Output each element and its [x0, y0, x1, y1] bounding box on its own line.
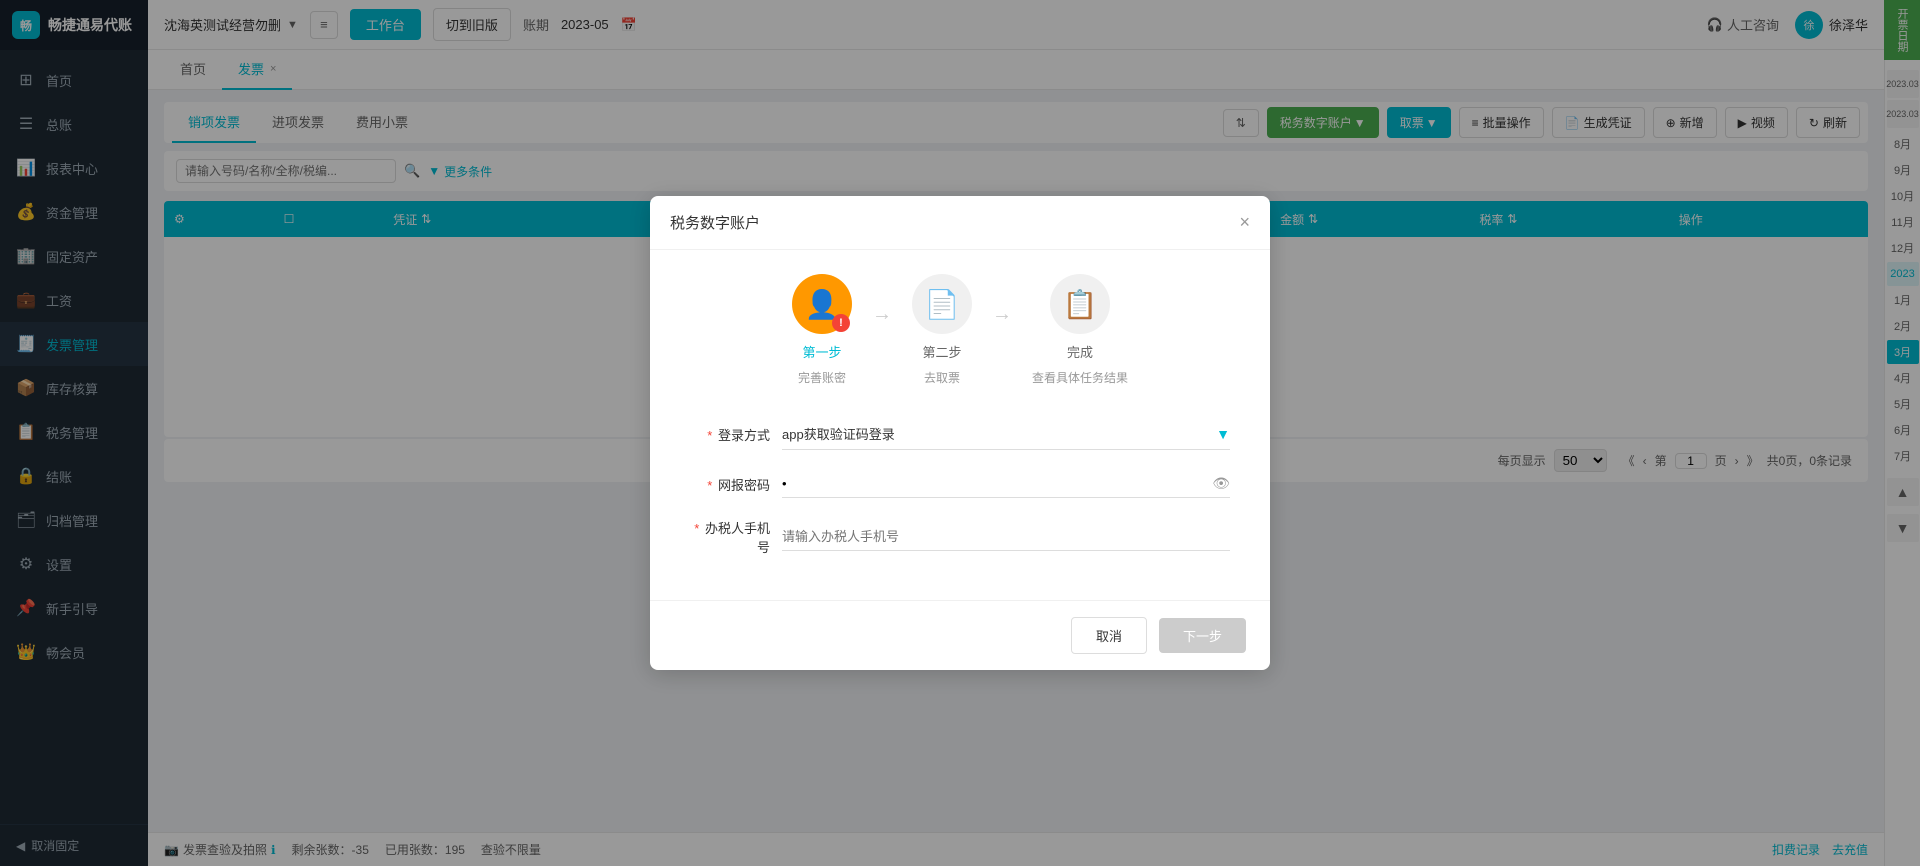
eye-toggle-icon[interactable]: 👁 — [1212, 475, 1230, 492]
select-chevron-icon: ▼ — [1216, 426, 1230, 442]
modal-close-btn[interactable]: × — [1239, 212, 1250, 233]
phone-input[interactable] — [782, 523, 1230, 551]
next-button[interactable]: 下一步 — [1159, 618, 1246, 653]
arrow-icon-1: → — [872, 303, 892, 326]
arrow-icon-2: → — [992, 303, 1012, 326]
step-2-icon: 📄 — [912, 274, 972, 334]
login-method-field: * 登录方式 app获取验证码登录 ▼ — [690, 418, 1230, 450]
login-method-value: app获取验证码登录 — [782, 424, 895, 443]
modal-header: 税务数字账户 × — [650, 196, 1270, 250]
step-arrow-2: → — [972, 313, 1032, 315]
cancel-button[interactable]: 取消 — [1071, 617, 1147, 654]
step-1-icon: 👤 ! — [792, 274, 852, 334]
phone-label: * 办税人手机号 — [690, 518, 770, 556]
step-3: 📋 完成 查看具体任务结果 — [1032, 274, 1128, 386]
password-input[interactable] — [782, 470, 1212, 497]
password-label: * 网报密码 — [690, 475, 770, 494]
modal-body: 👤 ! 第一步 完善账密 → 📄 第二步 去取票 — [650, 250, 1270, 600]
step-1: 👤 ! 第一步 完善账密 — [792, 274, 852, 386]
step-1-desc: 完善账密 — [798, 369, 846, 386]
login-method-label: * 登录方式 — [690, 425, 770, 444]
step-2: 📄 第二步 去取票 — [912, 274, 972, 386]
step-3-label: 完成 — [1067, 342, 1093, 361]
phone-field: * 办税人手机号 — [690, 518, 1230, 556]
step-2-label: 第二步 — [922, 342, 961, 361]
step-1-label: 第一步 — [802, 342, 841, 361]
step-arrow-1: → — [852, 313, 912, 315]
modal-tax-digital: 税务数字账户 × 👤 ! 第一步 完善账密 → — [650, 196, 1270, 670]
modal-footer: 取消 下一步 — [650, 600, 1270, 670]
login-method-select[interactable]: app获取验证码登录 ▼ — [782, 418, 1230, 450]
steps: 👤 ! 第一步 完善账密 → 📄 第二步 去取票 — [690, 274, 1230, 386]
modal-overlay: 税务数字账户 × 👤 ! 第一步 完善账密 → — [0, 0, 1920, 866]
step-2-desc: 去取票 — [924, 369, 960, 386]
step-3-icon: 📋 — [1050, 274, 1110, 334]
step-1-badge: ! — [832, 314, 850, 332]
password-input-wrapper: 👁 — [782, 470, 1230, 498]
step-3-desc: 查看具体任务结果 — [1032, 369, 1128, 386]
password-field: * 网报密码 👁 — [690, 470, 1230, 498]
modal-title: 税务数字账户 — [670, 212, 760, 233]
